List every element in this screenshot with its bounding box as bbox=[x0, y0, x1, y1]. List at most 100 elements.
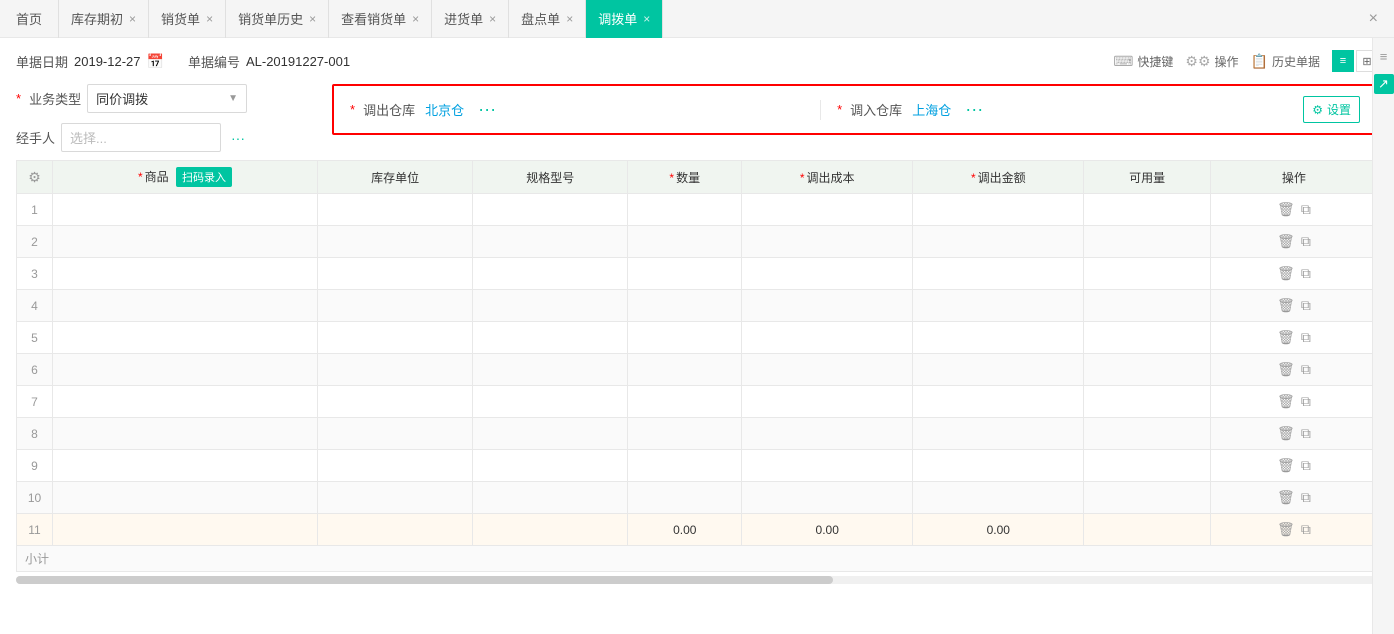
table-settings-icon[interactable]: ⚙ bbox=[28, 169, 41, 185]
row-3-product[interactable] bbox=[53, 258, 318, 290]
copy-icon-8[interactable]: ⧉ bbox=[1301, 425, 1311, 442]
row-6-amount[interactable] bbox=[913, 354, 1084, 386]
row-3-cost[interactable] bbox=[742, 258, 913, 290]
warehouse-in-more-icon[interactable]: ··· bbox=[965, 99, 983, 120]
copy-icon-3[interactable]: ⧉ bbox=[1301, 265, 1311, 282]
handler-more-icon[interactable]: ··· bbox=[231, 130, 245, 146]
row-10-amount[interactable] bbox=[913, 482, 1084, 514]
copy-icon-2[interactable]: ⧉ bbox=[1301, 233, 1311, 250]
row-6-cost[interactable] bbox=[742, 354, 913, 386]
row-9-amount[interactable] bbox=[913, 450, 1084, 482]
row-10-cost[interactable] bbox=[742, 482, 913, 514]
row-7-amount[interactable] bbox=[913, 386, 1084, 418]
tab-purchase-order[interactable]: 进货单 × bbox=[432, 0, 509, 38]
row-4-ops: 🗑 ⧉ bbox=[1210, 290, 1377, 322]
delete-icon-10[interactable]: 🗑 bbox=[1277, 489, 1295, 506]
tab-close-view-sales[interactable]: × bbox=[412, 13, 419, 25]
row-8-cost[interactable] bbox=[742, 418, 913, 450]
row-6-qty[interactable] bbox=[628, 354, 742, 386]
row-9-qty[interactable] bbox=[628, 450, 742, 482]
history-button[interactable]: 📋 历史单据 bbox=[1251, 53, 1320, 70]
row-1-cost[interactable] bbox=[742, 194, 913, 226]
row-4-qty[interactable] bbox=[628, 290, 742, 322]
row-7-product[interactable] bbox=[53, 386, 318, 418]
tab-close-sales-history[interactable]: × bbox=[309, 13, 316, 25]
tab-close-purchase-order[interactable]: × bbox=[489, 13, 496, 25]
view-list-button[interactable]: ≡ bbox=[1332, 50, 1354, 72]
horizontal-scrollbar[interactable] bbox=[16, 576, 1378, 584]
row-10-qty[interactable] bbox=[628, 482, 742, 514]
row-3-amount[interactable] bbox=[913, 258, 1084, 290]
delete-icon-6[interactable]: 🗑 bbox=[1277, 361, 1295, 378]
handler-select[interactable]: 选择... bbox=[61, 123, 221, 152]
copy-icon-9[interactable]: ⧉ bbox=[1301, 457, 1311, 474]
row-4-cost[interactable] bbox=[742, 290, 913, 322]
tab-stocktake[interactable]: 盘点单 × bbox=[509, 0, 586, 38]
row-5-qty[interactable] bbox=[628, 322, 742, 354]
copy-icon-6[interactable]: ⧉ bbox=[1301, 361, 1311, 378]
delete-icon-9[interactable]: 🗑 bbox=[1277, 457, 1295, 474]
row-3-qty[interactable] bbox=[628, 258, 742, 290]
delete-icon-3[interactable]: 🗑 bbox=[1277, 265, 1295, 282]
tab-sales-order[interactable]: 销货单 × bbox=[149, 0, 226, 38]
row-1-product[interactable] bbox=[53, 194, 318, 226]
tab-transfer[interactable]: 调拨单 × bbox=[586, 0, 663, 38]
row-9-product[interactable] bbox=[53, 450, 318, 482]
delete-icon-1[interactable]: 🗑 bbox=[1277, 201, 1295, 218]
delete-icon-8[interactable]: 🗑 bbox=[1277, 425, 1295, 442]
row-2-amount[interactable] bbox=[913, 226, 1084, 258]
row-1-amount[interactable] bbox=[913, 194, 1084, 226]
row-9-cost[interactable] bbox=[742, 450, 913, 482]
operations-button[interactable]: ⚙⚙ 操作 bbox=[1185, 53, 1238, 70]
sidebar-list-icon[interactable]: ≡ bbox=[1374, 46, 1394, 66]
calendar-icon[interactable]: 📅 bbox=[147, 53, 164, 70]
business-type-select[interactable]: 同价调拨 ▼ bbox=[87, 84, 247, 113]
sidebar-export-icon[interactable]: ↗ bbox=[1374, 74, 1394, 94]
row-5-amount[interactable] bbox=[913, 322, 1084, 354]
warehouse-in-value: 上海仓 bbox=[912, 100, 951, 119]
copy-icon-10[interactable]: ⧉ bbox=[1301, 489, 1311, 506]
settings-button[interactable]: ⚙ 设置 bbox=[1303, 96, 1360, 123]
row-8-amount[interactable] bbox=[913, 418, 1084, 450]
row-1-qty[interactable] bbox=[628, 194, 742, 226]
copy-icon[interactable]: ⧉ bbox=[1301, 521, 1311, 538]
row-4-amount[interactable] bbox=[913, 290, 1084, 322]
scan-button[interactable]: 扫码录入 bbox=[176, 167, 232, 187]
row-2-cost[interactable] bbox=[742, 226, 913, 258]
row-5-cost[interactable] bbox=[742, 322, 913, 354]
delete-icon-7[interactable]: 🗑 bbox=[1277, 393, 1295, 410]
delete-icon-4[interactable]: 🗑 bbox=[1277, 297, 1295, 314]
tab-close-stocktake[interactable]: × bbox=[566, 13, 573, 25]
tab-view-sales[interactable]: 查看销货单 × bbox=[329, 0, 432, 38]
delete-icon-2[interactable]: 🗑 bbox=[1277, 233, 1295, 250]
tab-home[interactable]: 首页 bbox=[8, 0, 59, 38]
tab-close-sales-order[interactable]: × bbox=[206, 13, 213, 25]
copy-icon-5[interactable]: ⧉ bbox=[1301, 329, 1311, 346]
copy-icon-1[interactable]: ⧉ bbox=[1301, 201, 1311, 218]
tab-sales-history[interactable]: 销货单历史 × bbox=[226, 0, 329, 38]
delete-icon-5[interactable]: 🗑 bbox=[1277, 329, 1295, 346]
window-close-button[interactable]: × bbox=[1361, 6, 1386, 32]
copy-icon-4[interactable]: ⧉ bbox=[1301, 297, 1311, 314]
row-2-product[interactable] bbox=[53, 226, 318, 258]
warehouse-in-label: 调入仓库 bbox=[850, 100, 902, 119]
row-7-qty[interactable] bbox=[628, 386, 742, 418]
tab-close-transfer[interactable]: × bbox=[643, 13, 650, 25]
row-5-product[interactable] bbox=[53, 322, 318, 354]
tab-close-inventory-init[interactable]: × bbox=[129, 13, 136, 25]
row-2-qty[interactable] bbox=[628, 226, 742, 258]
business-type-required: * bbox=[16, 91, 21, 106]
row-4-product[interactable] bbox=[53, 290, 318, 322]
delete-icon[interactable]: 🗑 bbox=[1277, 521, 1295, 538]
row-7-cost[interactable] bbox=[742, 386, 913, 418]
row-8-product[interactable] bbox=[53, 418, 318, 450]
scrollbar-thumb[interactable] bbox=[16, 576, 833, 584]
copy-icon-7[interactable]: ⧉ bbox=[1301, 393, 1311, 410]
warehouse-out-more-icon[interactable]: ··· bbox=[478, 99, 496, 120]
row-8-qty[interactable] bbox=[628, 418, 742, 450]
row-10-product[interactable] bbox=[53, 482, 318, 514]
tab-inventory-init[interactable]: 库存期初 × bbox=[59, 0, 149, 38]
handler-group: 经手人 选择... ··· bbox=[16, 123, 316, 152]
shortcut-button[interactable]: ⌨ 快捷键 bbox=[1113, 53, 1173, 70]
row-6-product[interactable] bbox=[53, 354, 318, 386]
